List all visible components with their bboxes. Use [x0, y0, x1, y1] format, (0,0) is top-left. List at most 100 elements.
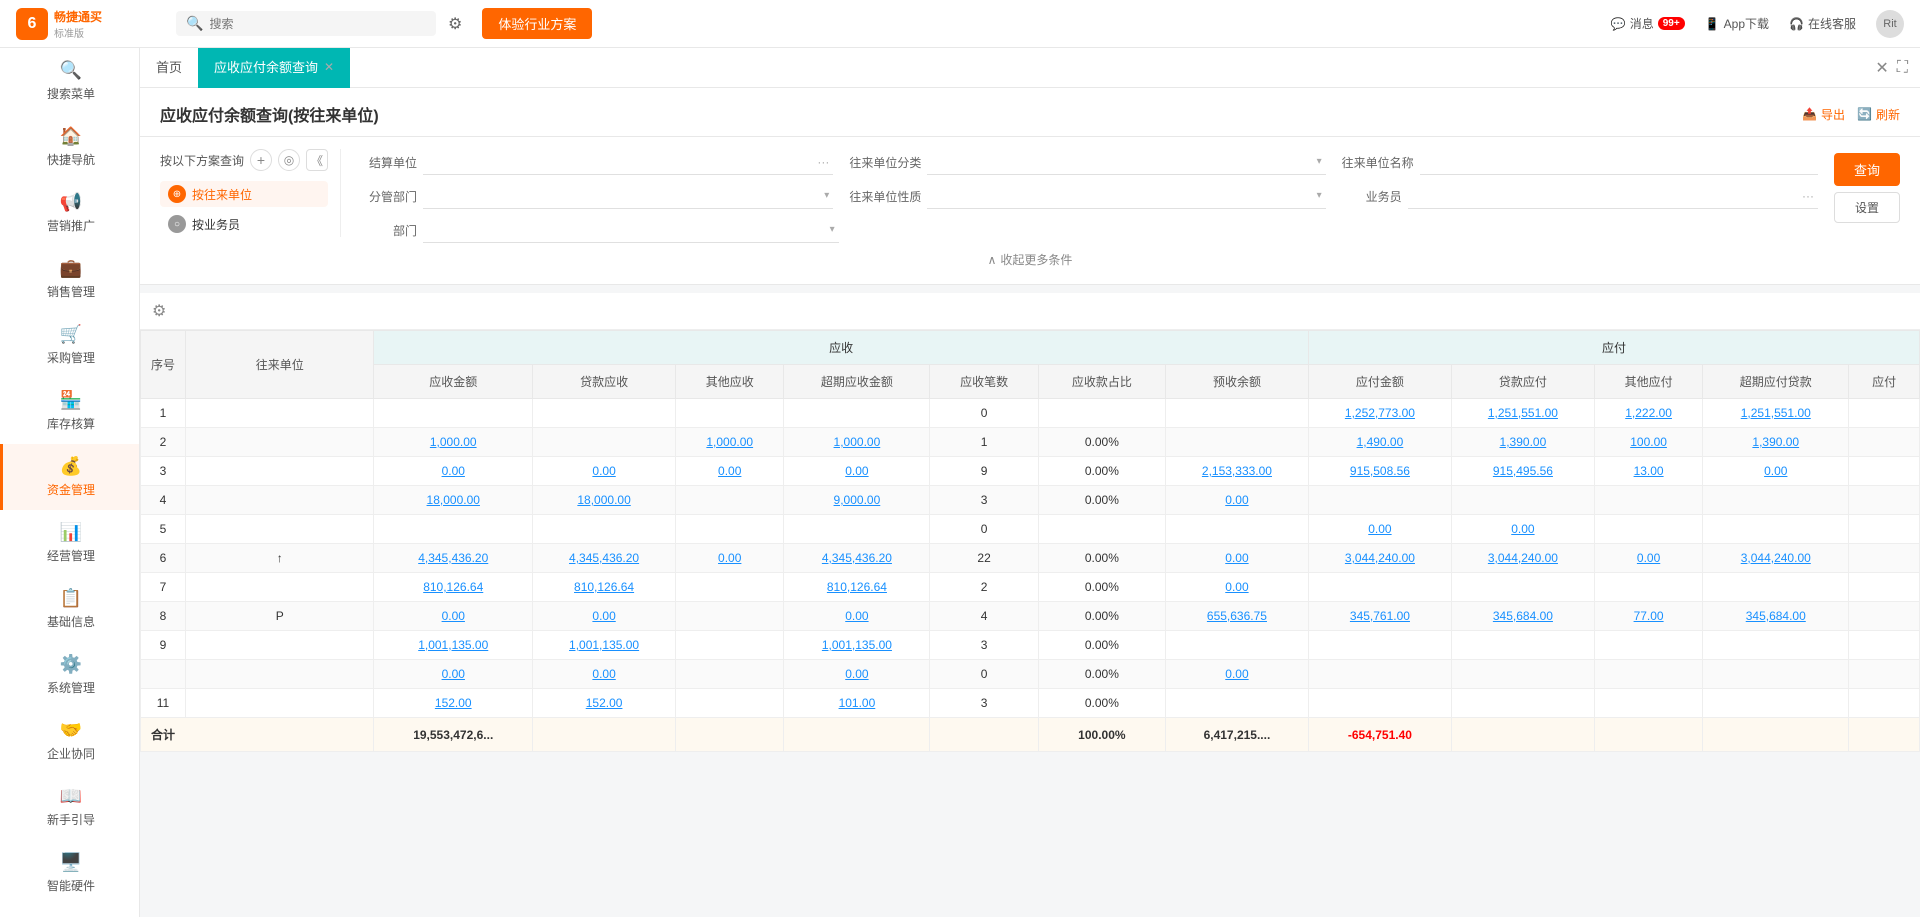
tab-home[interactable]: 首页: [140, 48, 198, 88]
table-cell: [374, 515, 533, 544]
table-cell: 3,044,240.00: [1451, 544, 1594, 573]
table-section: ⚙ 序号 往来单位 应收 应付 应收金额: [140, 293, 1920, 752]
page-header: 应收应付余额查询(按往来单位) 📤 导出 🔄 刷新: [140, 88, 1920, 137]
tab-ar-ap-label: 应收应付余额查询: [214, 57, 318, 76]
gear-icon[interactable]: ⚙: [448, 14, 462, 34]
sidebar-item-inventory[interactable]: 🏪 库存核算: [0, 378, 139, 444]
table-row: 21,000.001,000.001,000.0010.00%1,490.001…: [141, 428, 1920, 457]
table-cell: 0.00%: [1038, 573, 1165, 602]
refresh-button[interactable]: 🔄 刷新: [1857, 106, 1900, 123]
table-cell: 4: [141, 486, 186, 515]
field-dept-manage: 分管部门 ▾: [357, 183, 833, 209]
filter-collapse-button[interactable]: 《: [306, 149, 328, 171]
message-icon: 💬: [1611, 17, 1626, 31]
refresh-label: 刷新: [1876, 106, 1900, 123]
filter-by-staff[interactable]: ○ 按业务员: [160, 211, 328, 237]
dept-manage-value[interactable]: ▾: [423, 183, 833, 209]
search-box[interactable]: 🔍: [176, 11, 436, 36]
footer-ar-overdue: [784, 718, 930, 752]
sidebar-item-search-menu[interactable]: 🔍 搜索菜单: [0, 48, 139, 114]
refresh-icon: 🔄: [1857, 107, 1872, 121]
filter-by-unit[interactable]: ⊕ 按往来单位: [160, 181, 328, 207]
dept-manage-arrow-icon: ▾: [824, 190, 829, 201]
user-avatar[interactable]: Rit: [1876, 10, 1904, 38]
sidebar-item-system[interactable]: ⚙️ 系统管理: [0, 642, 139, 708]
sidebar-item-collab[interactable]: 🤝 企业协同: [0, 708, 139, 774]
col-header-ar-overdue: 超期应收金额: [784, 365, 930, 399]
query-button[interactable]: 查询: [1834, 153, 1900, 186]
unit-category-value[interactable]: ▾: [927, 149, 1325, 175]
footer-ar-prepay: 6,417,215....: [1165, 718, 1308, 752]
sidebar-item-operations[interactable]: 📊 经营管理: [0, 510, 139, 576]
settings-button[interactable]: 设置: [1834, 192, 1900, 223]
settlement-value[interactable]: ···: [423, 149, 833, 175]
table-cell: 0.00: [1165, 544, 1308, 573]
search-input[interactable]: [209, 17, 369, 31]
table-cell: 0.00: [1451, 515, 1594, 544]
unit-name-value[interactable]: [1420, 149, 1818, 175]
app-download-btn[interactable]: 📱 App下载: [1705, 15, 1769, 32]
table-cell: 3,044,240.00: [1308, 544, 1451, 573]
table-cell: 6: [141, 544, 186, 573]
online-service-btn[interactable]: 🎧 在线客服: [1789, 15, 1856, 32]
sidebar-item-sales[interactable]: 💼 销售管理: [0, 246, 139, 312]
table-row: 6↑4,345,436.204,345,436.200.004,345,436.…: [141, 544, 1920, 573]
search-icon: 🔍: [186, 15, 203, 32]
table-cell: [1308, 660, 1451, 689]
tab-fullscreen-icon[interactable]: ⛶: [1897, 59, 1908, 77]
footer-ar-ratio: 100.00%: [1038, 718, 1165, 752]
tab-close-icon[interactable]: ✕: [324, 60, 334, 74]
settlement-dots-icon: ···: [817, 155, 829, 169]
by-unit-label: 按往来单位: [192, 186, 252, 203]
tab-ar-ap[interactable]: 应收应付余额查询 ✕: [198, 48, 350, 88]
sidebar-item-hardware[interactable]: 🖥️ 智能硬件: [0, 840, 139, 906]
message-btn[interactable]: 💬 消息 99+: [1611, 15, 1685, 32]
sidebar-item-purchase[interactable]: 🛒 采购管理: [0, 312, 139, 378]
filter-left: 按以下方案查询 + ◎ 《 ⊕ 按往来单位 ○: [160, 149, 341, 237]
sidebar-item-quick-nav[interactable]: 🏠 快捷导航: [0, 114, 139, 180]
sidebar-item-basic-info[interactable]: 📋 基础信息: [0, 576, 139, 642]
col-header-ar-ratio: 应收款占比: [1038, 365, 1165, 399]
marketing-icon: 📢: [60, 192, 82, 213]
sidebar-item-label: 企业协同: [47, 745, 95, 762]
table-cell: 810,126.64: [374, 573, 533, 602]
table-cell: [533, 515, 676, 544]
collapse-more[interactable]: ∧ 收起更多条件: [160, 247, 1900, 272]
footer-ar-loan: [533, 718, 676, 752]
filter-add-button[interactable]: +: [250, 149, 272, 171]
sidebar-item-guide[interactable]: 📖 新手引导: [0, 774, 139, 840]
table-cell: [1849, 457, 1920, 486]
sidebar-item-marketing[interactable]: 📢 营销推广: [0, 180, 139, 246]
table-cell: 18,000.00: [374, 486, 533, 515]
table-cell: [186, 428, 374, 457]
col-header-ar-amount: 应收金额: [374, 365, 533, 399]
sidebar-item-label: 营销推广: [47, 217, 95, 234]
filter-setting-button[interactable]: ◎: [278, 149, 300, 171]
table-cell: 152.00: [374, 689, 533, 718]
filter-title-row: 按以下方案查询 + ◎ 《: [160, 149, 328, 171]
table-cell: 345,684.00: [1451, 602, 1594, 631]
table-cell: [1308, 486, 1451, 515]
table-cell: 18,000.00: [533, 486, 676, 515]
sidebar-item-label: 基础信息: [47, 613, 95, 630]
table-cell: [1038, 399, 1165, 428]
sidebar-item-finance[interactable]: 💰 资金管理: [0, 444, 139, 510]
unit-nature-value[interactable]: ▾: [927, 183, 1325, 209]
export-button[interactable]: 📤 导出: [1802, 106, 1845, 123]
sidebar-item-label: 快捷导航: [47, 151, 95, 168]
sidebar-item-wechat[interactable]: 💬 企业微信: [0, 906, 139, 917]
dept-value[interactable]: ▾: [423, 217, 839, 243]
table-cell: [1165, 689, 1308, 718]
col-header-ar-count: 应收笔数: [930, 365, 1038, 399]
trial-button[interactable]: 体验行业方案: [482, 8, 592, 39]
footer-ap-overdue: [1703, 718, 1849, 752]
salesman-value[interactable]: ···: [1408, 183, 1818, 209]
field-dept: 部门 ▾: [357, 217, 839, 243]
topbar-actions: 💬 消息 99+ 📱 App下载 🎧 在线客服 Rit: [1611, 10, 1904, 38]
table-settings-icon[interactable]: ⚙: [152, 301, 166, 321]
table-cell: 0: [930, 399, 1038, 428]
table-cell: 1,001,135.00: [784, 631, 930, 660]
col-header-ar-other: 其他应收: [676, 365, 784, 399]
tab-close-all-icon[interactable]: ✕: [1875, 58, 1888, 78]
table-cell: 1: [141, 399, 186, 428]
